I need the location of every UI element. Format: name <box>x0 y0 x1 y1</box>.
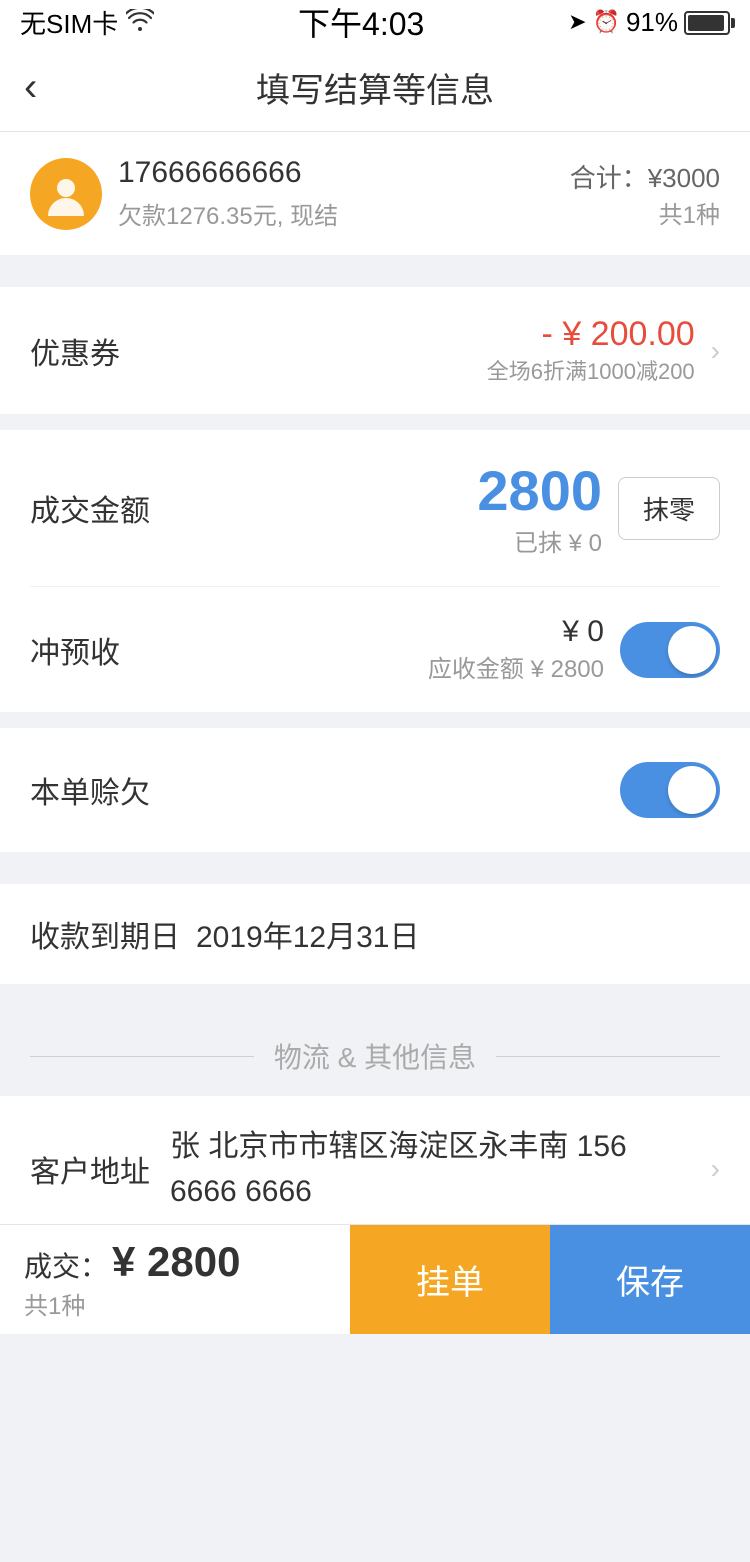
transaction-amount: 2800 <box>477 458 602 523</box>
coupon-desc: 全场6折满1000减200 <box>487 354 695 386</box>
divider-1 <box>0 271 750 287</box>
coupon-right: - ¥ 200.00 全场6折满1000减200 <box>487 315 695 386</box>
footer-summary: 成交： ¥ 2800 共1种 <box>0 1225 350 1334</box>
debt-toggle-knob <box>668 766 716 814</box>
address-value: 张 北京市市辖区海淀区永丰南 156 6666 6666 <box>170 1124 695 1214</box>
amount-value-group: 2800 已抹 ¥ 0 <box>477 458 602 558</box>
carrier-label: 无SIM卡 <box>20 4 118 41</box>
battery-percent: 91% <box>626 7 678 38</box>
divider-4 <box>0 852 750 868</box>
duedate-section: 收款到期日 2019年12月31日 <box>0 884 750 984</box>
footer: 成交： ¥ 2800 共1种 挂单 保存 <box>0 1224 750 1334</box>
divider-5 <box>0 984 750 1000</box>
customer-left: 17666666666 欠款1276.35元, 现结 <box>30 156 338 231</box>
customer-debt: 欠款1276.35元, 现结 <box>118 196 338 231</box>
logistics-line-right <box>496 1056 720 1057</box>
alarm-icon: ⏰ <box>593 9 620 35</box>
customer-info: 17666666666 欠款1276.35元, 现结 <box>118 156 338 231</box>
back-button[interactable]: ‹ <box>24 65 37 110</box>
divider-2 <box>0 414 750 430</box>
wifi-icon <box>126 7 154 38</box>
coupon-section: 优惠券 - ¥ 200.00 全场6折满1000减200 › <box>0 287 750 414</box>
coupon-row[interactable]: 优惠券 - ¥ 200.00 全场6折满1000减200 › <box>0 287 750 414</box>
amount-right: 2800 已抹 ¥ 0 抹零 <box>477 458 720 558</box>
logistics-label: 物流 & 其他信息 <box>274 1036 476 1076</box>
toggle-knob <box>668 626 716 674</box>
avatar <box>30 158 102 230</box>
amount-sub: 已抹 ¥ 0 <box>514 523 602 558</box>
coupon-label: 优惠券 <box>30 329 120 373</box>
prepay-toggle[interactable] <box>620 622 720 678</box>
customer-total: 合计：¥3000 共1种 <box>570 158 720 230</box>
amount-label: 成交金额 <box>30 486 150 530</box>
footer-count: 共1种 <box>24 1286 326 1321</box>
battery-icon <box>684 7 730 38</box>
footer-deal-label: 成交： <box>24 1245 108 1285</box>
customer-phone: 17666666666 <box>118 156 338 190</box>
debt-row: 本单赊欠 <box>0 728 750 852</box>
logistics-divider: 物流 & 其他信息 <box>0 1016 750 1096</box>
status-bar: 无SIM卡 下午4:03 ➤ ⏰ 91% <box>0 0 750 44</box>
duedate-content: 收款到期日 2019年12月31日 <box>30 912 720 956</box>
divider-3 <box>0 712 750 728</box>
page-content: 17666666666 欠款1276.35元, 现结 合计：¥3000 共1种 … <box>0 132 750 1562</box>
prepay-amount: ¥ 0 <box>562 615 604 649</box>
amount-section: 成交金额 2800 已抹 ¥ 0 抹零 冲预收 ¥ 0 应收金额 ¥ 2800 <box>0 430 750 712</box>
total-label: 合计：¥3000 <box>570 158 720 195</box>
status-time: 下午4:03 <box>298 0 424 45</box>
prepay-right: ¥ 0 应收金额 ¥ 2800 <box>428 615 720 684</box>
duedate-value: 2019年12月31日 <box>196 912 419 956</box>
coupon-value: - ¥ 200.00 <box>542 315 695 354</box>
prepay-value-group: ¥ 0 应收金额 ¥ 2800 <box>428 615 604 684</box>
duedate-label: 收款到期日 <box>30 912 180 956</box>
address-chevron-icon: › <box>711 1153 720 1185</box>
page-title: 填写结算等信息 <box>256 63 494 112</box>
debt-toggle[interactable] <box>620 762 720 818</box>
customer-card: 17666666666 欠款1276.35元, 现结 合计：¥3000 共1种 <box>0 132 750 255</box>
prepay-receivable: 应收金额 ¥ 2800 <box>428 649 604 684</box>
prepay-row: 冲预收 ¥ 0 应收金额 ¥ 2800 <box>30 587 720 712</box>
debt-label: 本单赊欠 <box>30 768 150 812</box>
address-label: 客户地址 <box>30 1147 150 1191</box>
logistics-line-left <box>30 1056 254 1057</box>
nav-bar: ‹ 填写结算等信息 <box>0 44 750 132</box>
pending-button[interactable]: 挂单 <box>350 1225 550 1334</box>
coupon-chevron-icon: › <box>711 335 720 367</box>
footer-amount: ¥ 2800 <box>112 1238 240 1286</box>
location-icon: ➤ <box>568 9 586 35</box>
address-row[interactable]: 客户地址 张 北京市市辖区海淀区永丰南 156 6666 6666 › <box>0 1096 750 1242</box>
customer-count: 共1种 <box>570 195 720 230</box>
round-button[interactable]: 抹零 <box>618 477 720 540</box>
save-button[interactable]: 保存 <box>550 1225 750 1334</box>
status-right: ➤ ⏰ 91% <box>568 7 730 38</box>
prepay-label: 冲预收 <box>30 628 120 672</box>
status-left: 无SIM卡 <box>20 4 154 41</box>
amount-row: 成交金额 2800 已抹 ¥ 0 抹零 <box>30 430 720 587</box>
